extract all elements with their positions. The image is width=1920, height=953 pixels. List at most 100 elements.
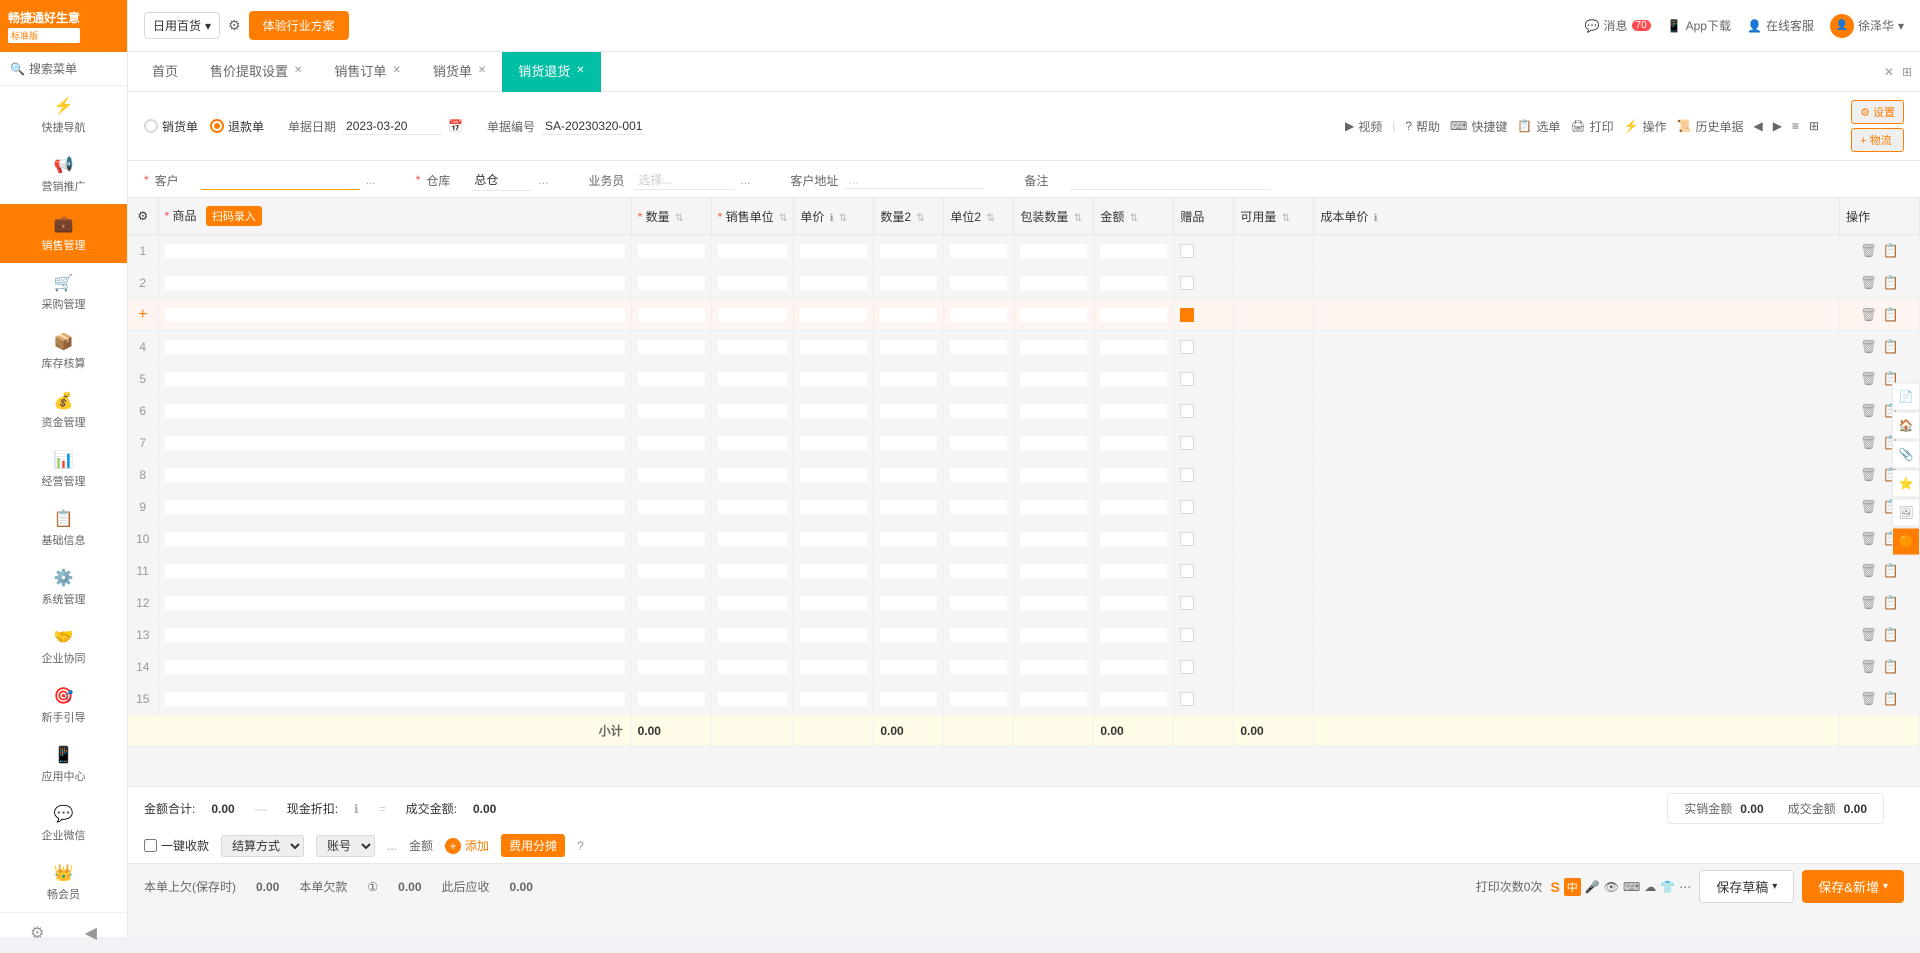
product-input-1[interactable] <box>165 244 625 258</box>
qty-input-7[interactable] <box>638 436 705 450</box>
gift-checkbox-12[interactable] <box>1180 596 1194 610</box>
ime-icon-keyboard[interactable]: ⌨ <box>1623 880 1640 894</box>
qty2-input-6[interactable] <box>880 404 937 418</box>
sales-unit-cell-7[interactable] <box>711 427 794 459</box>
package-qty-cell-12[interactable] <box>1014 587 1094 619</box>
package-qty-input-10[interactable] <box>1020 532 1087 546</box>
qty2-cell-2[interactable] <box>874 267 944 299</box>
qty-input-13[interactable] <box>638 628 705 642</box>
tab-sales-delivery[interactable]: 销货单 ✕ <box>417 52 502 92</box>
unit2-input-1[interactable] <box>950 244 1007 258</box>
amount-input-10[interactable] <box>1100 532 1167 546</box>
unit-price-input-12[interactable] <box>800 596 867 610</box>
payment-checkbox-input[interactable] <box>144 839 157 852</box>
qty2-input-9[interactable] <box>880 500 937 514</box>
sales-unit-cell-1[interactable] <box>711 235 794 267</box>
gift-checkbox-15[interactable] <box>1180 692 1194 706</box>
qty-input-8[interactable] <box>638 468 705 482</box>
delete-icon-10[interactable]: 🗑 <box>1860 531 1877 547</box>
sales-unit-input-10[interactable] <box>718 532 788 546</box>
tab-expand-icon[interactable]: ⊞ <box>1902 65 1912 79</box>
unit2-input-12[interactable] <box>950 596 1007 610</box>
sidebar-item-system[interactable]: ⚙️ 系统管理 <box>0 558 127 617</box>
amount-input-4[interactable] <box>1100 340 1167 354</box>
qty-input-15[interactable] <box>638 692 705 706</box>
sales-unit-cell-5[interactable] <box>711 363 794 395</box>
tab-home[interactable]: 首页 <box>136 52 194 92</box>
unit2-input-11[interactable] <box>950 564 1007 578</box>
qty-input-12[interactable] <box>638 596 705 610</box>
delete-icon-13[interactable]: 🗑 <box>1860 627 1877 643</box>
amount-cell-12[interactable] <box>1094 587 1174 619</box>
sales-unit-cell-12[interactable] <box>711 587 794 619</box>
sales-unit-cell-4[interactable] <box>711 331 794 363</box>
amount-input-1[interactable] <box>1100 244 1167 258</box>
qty-input-10[interactable] <box>638 532 705 546</box>
amount-cell-15[interactable] <box>1094 683 1174 715</box>
amount-cell-4[interactable] <box>1094 331 1174 363</box>
qty2-cell-1[interactable] <box>874 235 944 267</box>
amount-input-7[interactable] <box>1100 436 1167 450</box>
qty2-sort-icon[interactable]: ⇅ <box>916 213 924 224</box>
package-qty-cell-2[interactable] <box>1014 267 1094 299</box>
product-cell-3[interactable] <box>158 299 631 331</box>
unit-price-sort-icon[interactable]: ⇅ <box>839 213 847 224</box>
customer-input[interactable] <box>201 171 360 190</box>
tab-close-sales-return[interactable]: ✕ <box>576 65 584 76</box>
gift-cell-15[interactable] <box>1174 683 1234 715</box>
unit2-cell-14[interactable] <box>944 651 1014 683</box>
copy-icon-1[interactable]: 📋 <box>1883 243 1899 259</box>
one-click-payment-checkbox[interactable]: 一键收款 <box>144 837 209 854</box>
qty2-input-5[interactable] <box>880 372 937 386</box>
sales-unit-cell-6[interactable] <box>711 395 794 427</box>
qty2-cell-5[interactable] <box>874 363 944 395</box>
discount-info-icon[interactable]: ℹ <box>354 802 359 816</box>
sidebar-item-basic[interactable]: 📋 基础信息 <box>0 499 127 558</box>
customer-dots[interactable]: ... <box>366 173 376 187</box>
sidebar-item-enterprise[interactable]: 🤝 企业协同 <box>0 617 127 676</box>
amount-input-15[interactable] <box>1100 692 1167 706</box>
product-input-8[interactable] <box>165 468 625 482</box>
delete-icon-1[interactable]: 🗑 <box>1860 243 1877 259</box>
right-icon-attach[interactable]: 📎 <box>1892 440 1920 468</box>
qty-cell-13[interactable] <box>631 619 711 651</box>
sales-unit-input-6[interactable] <box>718 404 788 418</box>
qty2-cell-14[interactable] <box>874 651 944 683</box>
amount-input-5[interactable] <box>1100 372 1167 386</box>
gift-checkbox-5[interactable] <box>1180 372 1194 386</box>
unit2-cell-5[interactable] <box>944 363 1014 395</box>
sales-unit-cell-3[interactable] <box>711 299 794 331</box>
product-input-7[interactable] <box>165 436 625 450</box>
sales-unit-cell-11[interactable] <box>711 555 794 587</box>
topbar-gear-icon[interactable]: ⚙ <box>228 17 241 34</box>
qty2-input-14[interactable] <box>880 660 937 674</box>
package-qty-cell-11[interactable] <box>1014 555 1094 587</box>
package-qty-input-13[interactable] <box>1020 628 1087 642</box>
product-input-4[interactable] <box>165 340 625 354</box>
sales-unit-input-1[interactable] <box>718 244 788 258</box>
qty2-input-11[interactable] <box>880 564 937 578</box>
qty2-input-7[interactable] <box>880 436 937 450</box>
unit-price-cell-8[interactable] <box>794 459 874 491</box>
col-sales-unit-header[interactable]: * 销售单位 ⇅ <box>711 198 794 235</box>
experience-btn[interactable]: 体验行业方案 <box>249 11 349 40</box>
gift-cell-14[interactable] <box>1174 651 1234 683</box>
product-cell-6[interactable] <box>158 395 631 427</box>
calendar-icon[interactable]: 📅 <box>448 119 463 133</box>
tab-sales-order[interactable]: 销售订单 ✕ <box>318 52 416 92</box>
unit2-cell-6[interactable] <box>944 395 1014 427</box>
right-icon-home[interactable]: 🏠 <box>1892 411 1920 439</box>
gift-cell-9[interactable] <box>1174 491 1234 523</box>
qty2-cell-12[interactable] <box>874 587 944 619</box>
unit-price-cell-14[interactable] <box>794 651 874 683</box>
qty2-cell-8[interactable] <box>874 459 944 491</box>
product-input-6[interactable] <box>165 404 625 418</box>
unit-price-cell-5[interactable] <box>794 363 874 395</box>
qty-input-9[interactable] <box>638 500 705 514</box>
qty2-input-10[interactable] <box>880 532 937 546</box>
shortcut-btn[interactable]: ⌨ 快捷键 <box>1450 118 1507 135</box>
user-menu[interactable]: 👤 徐泽华 ▾ <box>1830 14 1904 38</box>
video-btn[interactable]: ▶ 视频 <box>1345 118 1382 135</box>
qty-cell-2[interactable] <box>631 267 711 299</box>
package-qty-input-2[interactable] <box>1020 276 1087 290</box>
